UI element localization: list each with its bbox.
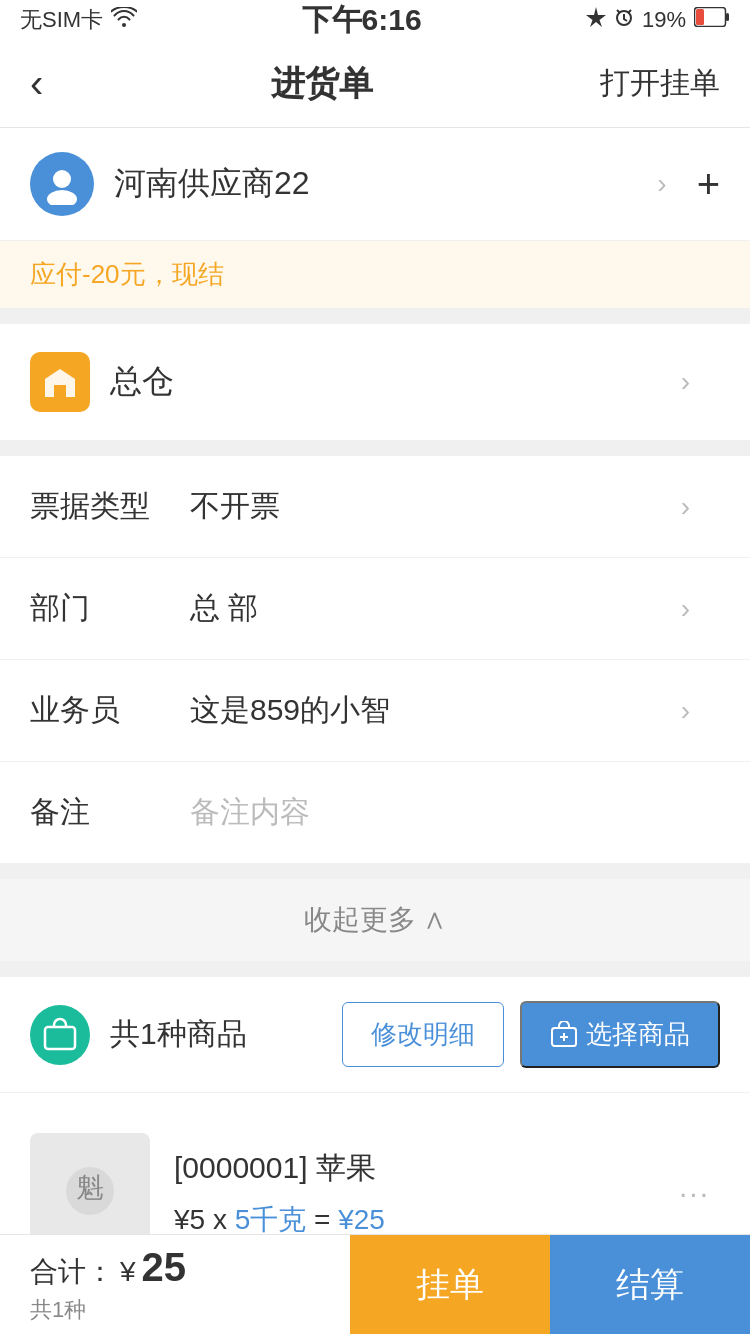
select-product-label: 选择商品 xyxy=(586,1017,690,1052)
product-section: 共1种商品 修改明细 选择商品 魁 [0000001] 苹果 ¥5 xyxy=(0,977,750,1277)
svg-rect-6 xyxy=(54,385,66,397)
back-button[interactable]: ‹ xyxy=(30,61,43,106)
invoice-type-value: 不开票 xyxy=(170,486,681,527)
checkout-button[interactable]: 结算 xyxy=(550,1235,750,1334)
remark-row[interactable]: 备注 备注内容 xyxy=(0,761,750,863)
department-chevron-icon: › xyxy=(681,593,690,625)
page-title: 进货单 xyxy=(271,61,373,107)
form-section: 票据类型 不开票 › 部门 总 部 › 业务员 这是859的小智 › 备注 备注… xyxy=(0,456,750,863)
notice-text: 应付-20元，现结 xyxy=(30,259,224,289)
supplier-chevron-icon: › xyxy=(657,168,666,200)
invoice-type-row[interactable]: 票据类型 不开票 › xyxy=(0,456,750,557)
invoice-type-chevron-icon: › xyxy=(681,491,690,523)
wifi-icon xyxy=(111,7,137,33)
product-price: ¥5 x 5千克 = ¥25 xyxy=(174,1201,669,1239)
total-label: 合计： xyxy=(30,1253,114,1291)
salesperson-label: 业务员 xyxy=(30,690,170,731)
product-total: ¥25 xyxy=(338,1204,385,1235)
status-left: 无SIM卡 xyxy=(20,5,137,35)
product-count: 共1种商品 xyxy=(110,1014,342,1055)
warehouse-chevron-icon: › xyxy=(681,366,690,398)
status-time: 下午6:16 xyxy=(302,0,422,41)
product-name: [0000001] 苹果 xyxy=(174,1148,669,1189)
product-more-button[interactable]: ··· xyxy=(669,1166,720,1220)
add-button[interactable]: + xyxy=(697,162,720,207)
status-right: 19% xyxy=(586,7,730,33)
supplier-row[interactable]: 河南供应商22 › + xyxy=(0,128,750,241)
product-info: [0000001] 苹果 ¥5 x 5千克 = ¥25 xyxy=(174,1148,669,1239)
svg-rect-3 xyxy=(726,13,729,21)
total-amount: 25 xyxy=(142,1245,187,1290)
invoice-type-label: 票据类型 xyxy=(30,486,170,527)
remark-value: 备注内容 xyxy=(170,792,720,833)
svg-point-5 xyxy=(47,190,77,205)
svg-rect-2 xyxy=(696,9,704,25)
remark-label: 备注 xyxy=(30,792,170,833)
department-label: 部门 xyxy=(30,588,170,629)
battery-text: 19% xyxy=(642,7,686,33)
total-currency: ¥ xyxy=(120,1256,136,1288)
warehouse-icon xyxy=(30,352,90,412)
salesperson-chevron-icon: › xyxy=(681,695,690,727)
carrier-text: 无SIM卡 xyxy=(20,5,103,35)
open-pending-button[interactable]: 打开挂单 xyxy=(600,63,720,104)
supplier-avatar xyxy=(30,152,94,216)
total-sub: 共1种 xyxy=(30,1295,320,1325)
warehouse-section: 总仓 › xyxy=(0,324,750,440)
status-bar: 无SIM卡 下午6:16 19% xyxy=(0,0,750,40)
svg-rect-7 xyxy=(45,1027,75,1049)
alarm-icon xyxy=(614,7,634,33)
warehouse-name: 总仓 xyxy=(110,360,681,404)
collapse-button[interactable]: 收起更多 ∧ xyxy=(0,879,750,961)
battery-icon xyxy=(694,7,730,33)
edit-detail-button[interactable]: 修改明细 xyxy=(342,1002,504,1067)
total-main: 合计： ¥ 25 xyxy=(30,1245,320,1291)
location-icon xyxy=(586,7,606,33)
notice-bar: 应付-20元，现结 xyxy=(0,241,750,308)
salesperson-value: 这是859的小智 xyxy=(170,690,681,731)
department-value: 总 部 xyxy=(170,588,681,629)
product-quantity: 5千克 xyxy=(235,1204,307,1235)
svg-point-4 xyxy=(53,170,71,188)
department-row[interactable]: 部门 总 部 › xyxy=(0,557,750,659)
svg-text:魁: 魁 xyxy=(76,1172,104,1203)
salesperson-row[interactable]: 业务员 这是859的小智 › xyxy=(0,659,750,761)
supplier-section: 河南供应商22 › + 应付-20元，现结 xyxy=(0,128,750,308)
bottom-bar: 合计： ¥ 25 共1种 挂单 结算 xyxy=(0,1234,750,1334)
product-header: 共1种商品 修改明细 选择商品 xyxy=(0,977,750,1093)
product-cart-icon xyxy=(30,1005,90,1065)
hang-button[interactable]: 挂单 xyxy=(350,1235,550,1334)
total-area: 合计： ¥ 25 共1种 xyxy=(0,1235,350,1334)
nav-bar: ‹ 进货单 打开挂单 xyxy=(0,40,750,128)
select-product-button[interactable]: 选择商品 xyxy=(520,1001,720,1068)
supplier-name: 河南供应商22 xyxy=(114,162,657,206)
warehouse-row[interactable]: 总仓 › xyxy=(0,324,750,440)
